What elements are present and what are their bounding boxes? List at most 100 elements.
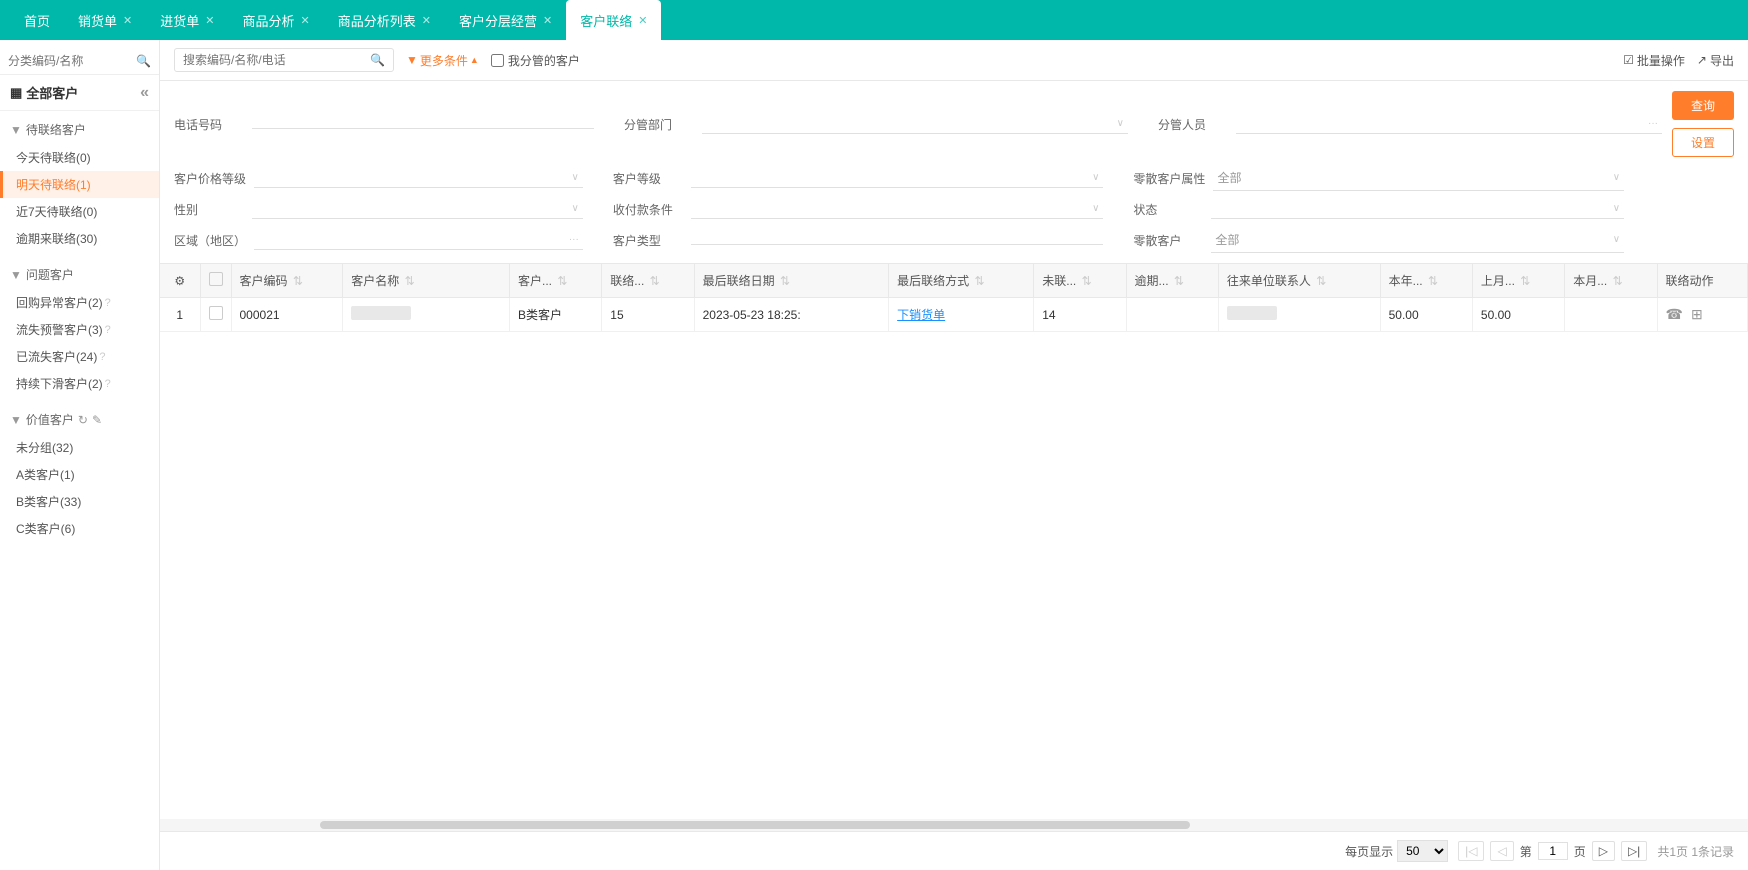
sort-contact-icon[interactable]: ⇅: [650, 274, 660, 288]
row-checkbox[interactable]: [209, 306, 223, 320]
sidebar-item-class-a[interactable]: A类客户(1): [0, 461, 159, 488]
col-code: 客户编码 ⇅: [231, 264, 343, 298]
sidebar-item-lost-risk[interactable]: 流失预警客户(3) ?: [0, 316, 159, 343]
my-customers-checkbox-label[interactable]: 我分管的客户: [491, 52, 580, 69]
filter-retail-customer-select[interactable]: 全部 ∨: [1211, 227, 1624, 253]
export-btn[interactable]: ↗ 导出: [1697, 52, 1734, 69]
unit-contact-blurred: [1227, 306, 1277, 320]
search-input[interactable]: [183, 53, 370, 67]
filter-payment-select[interactable]: ∨: [691, 199, 1104, 219]
cell-this-month: [1565, 298, 1657, 332]
sidebar-collapse-icon[interactable]: «: [140, 84, 149, 102]
filter-gender-select[interactable]: ∨: [252, 199, 583, 219]
sort-name-icon[interactable]: ⇅: [405, 274, 415, 288]
filter-region: 区域（地区） ···: [174, 230, 583, 250]
action-icons: ☎ ⊞: [1666, 306, 1739, 323]
filter-retail-attr-select[interactable]: 全部 ∨: [1213, 165, 1624, 191]
query-button[interactable]: 查询: [1672, 91, 1734, 120]
sort-uncontact-icon[interactable]: ⇅: [1082, 274, 1092, 288]
sort-this-month-icon[interactable]: ⇅: [1613, 274, 1623, 288]
my-customers-checkbox[interactable]: [491, 54, 504, 67]
nav-customer-contact[interactable]: 客户联络 ✕: [566, 0, 661, 40]
top-nav: 首页 销货单 ✕ 进货单 ✕ 商品分析 ✕ 商品分析列表 ✕ 客户分层经营 ✕ …: [0, 0, 1748, 40]
sort-type-icon[interactable]: ⇅: [557, 274, 567, 288]
value-edit-icon[interactable]: ✎: [92, 413, 102, 427]
sort-code-icon[interactable]: ⇅: [293, 274, 303, 288]
sidebar-item-class-c[interactable]: C类客户(6): [0, 515, 159, 542]
filter-region-select[interactable]: ···: [254, 230, 583, 250]
manager-more-icon: ···: [1648, 118, 1658, 129]
settings-col-icon[interactable]: ⚙: [174, 274, 185, 288]
filter-level-select[interactable]: ∨: [691, 168, 1104, 188]
sidebar-item-tomorrow[interactable]: 明天待联络(1): [0, 171, 159, 198]
nav-close-customer-layer[interactable]: ✕: [543, 14, 552, 27]
cell-name: [343, 298, 510, 332]
value-section-title: ▼ 价值客户 ↻ ✎: [0, 405, 159, 434]
sort-overdue-icon[interactable]: ⇅: [1174, 274, 1184, 288]
filter-status-select[interactable]: ∨: [1211, 199, 1624, 219]
filter-price-select[interactable]: ∨: [254, 168, 583, 188]
next-page-btn[interactable]: ▷: [1592, 841, 1615, 861]
col-checkbox: [200, 264, 231, 298]
sidebar-item-continuous-down[interactable]: 持续下滑客户(2) ?: [0, 370, 159, 397]
nav-sales[interactable]: 销货单 ✕: [64, 0, 146, 40]
more-conditions-btn[interactable]: ▼ 更多条件 ▲: [406, 52, 479, 69]
more-action-icon[interactable]: ⊞: [1691, 306, 1703, 323]
sort-method-icon[interactable]: ⇅: [975, 274, 985, 288]
sidebar-item-class-b[interactable]: B类客户(33): [0, 488, 159, 515]
nav-close-purchase[interactable]: ✕: [205, 14, 214, 27]
horizontal-scrollbar[interactable]: [160, 819, 1748, 831]
last-page-btn[interactable]: ▷|: [1621, 841, 1647, 861]
last-method-link[interactable]: 下销货单: [897, 308, 945, 322]
sidebar-item-repeat-abnormal[interactable]: 回购异常客户(2) ?: [0, 289, 159, 316]
nav-close-product-list[interactable]: ✕: [422, 14, 431, 27]
prev-page-btn[interactable]: ◁: [1490, 841, 1513, 861]
scrollbar-thumb[interactable]: [320, 821, 1190, 829]
all-customers-label[interactable]: 全部客户: [26, 83, 140, 102]
batch-action-btn[interactable]: ☑ 批量操作: [1623, 52, 1685, 69]
sidebar-search-input[interactable]: [8, 54, 136, 68]
sidebar-item-overdue[interactable]: 逾期来联络(30): [0, 225, 159, 252]
payment-chevron-icon: ∨: [1092, 203, 1099, 214]
select-all-checkbox[interactable]: [209, 272, 223, 286]
filter-manager-select[interactable]: ···: [1236, 114, 1662, 134]
filter-type-select[interactable]: [691, 236, 1104, 245]
nav-close-customer-contact[interactable]: ✕: [638, 14, 647, 27]
pagination-nav: |◁ ◁ 第 页 ▷ ▷|: [1458, 841, 1647, 861]
page-size-select[interactable]: 50 100 200: [1397, 840, 1448, 862]
filter-phone-input[interactable]: [252, 120, 594, 129]
sidebar-search-icon[interactable]: 🔍: [136, 54, 151, 68]
sort-last-month-icon[interactable]: ⇅: [1520, 274, 1530, 288]
search-icon[interactable]: 🔍: [370, 53, 385, 67]
sidebar-item-already-lost[interactable]: 已流失客户(24) ?: [0, 343, 159, 370]
value-refresh-icon[interactable]: ↻: [78, 413, 88, 427]
filter-gender: 性别 ∨: [174, 199, 583, 219]
page-number-input[interactable]: [1538, 842, 1568, 860]
filter-payment: 收付款条件 ∨: [613, 199, 1104, 219]
pending-section-title: ▼ 待联络客户: [0, 115, 159, 144]
problem-section-title: ▼ 问题客户: [0, 260, 159, 289]
cell-last-method: 下销货单: [889, 298, 1034, 332]
sidebar-item-ungrouped[interactable]: 未分组(32): [0, 434, 159, 461]
col-name: 客户名称 ⇅: [343, 264, 510, 298]
sort-date-icon[interactable]: ⇅: [780, 274, 790, 288]
sidebar-item-today[interactable]: 今天待联络(0): [0, 144, 159, 171]
search-input-wrap: 🔍: [174, 48, 394, 72]
nav-purchase[interactable]: 进货单 ✕: [146, 0, 228, 40]
nav-customer-layer[interactable]: 客户分层经营 ✕: [445, 0, 566, 40]
sidebar-item-week[interactable]: 近7天待联络(0): [0, 198, 159, 225]
nav-home[interactable]: 首页: [10, 0, 64, 40]
col-last-method: 最后联络方式 ⇅: [889, 264, 1034, 298]
sort-year-icon[interactable]: ⇅: [1428, 274, 1438, 288]
customer-name-blurred: [351, 306, 411, 320]
filter-price-level: 客户价格等级 ∨: [174, 168, 583, 188]
first-page-btn[interactable]: |◁: [1458, 841, 1484, 861]
filter-dept-select[interactable]: ∨: [702, 114, 1128, 134]
nav-product-analysis-list[interactable]: 商品分析列表 ✕: [324, 0, 445, 40]
sort-unit-icon[interactable]: ⇅: [1316, 274, 1326, 288]
nav-close-product[interactable]: ✕: [301, 14, 310, 27]
set-button[interactable]: 设置: [1672, 128, 1734, 157]
nav-close-sales[interactable]: ✕: [123, 14, 132, 27]
nav-product-analysis[interactable]: 商品分析 ✕: [228, 0, 323, 40]
contact-action-icon[interactable]: ☎: [1666, 306, 1683, 323]
